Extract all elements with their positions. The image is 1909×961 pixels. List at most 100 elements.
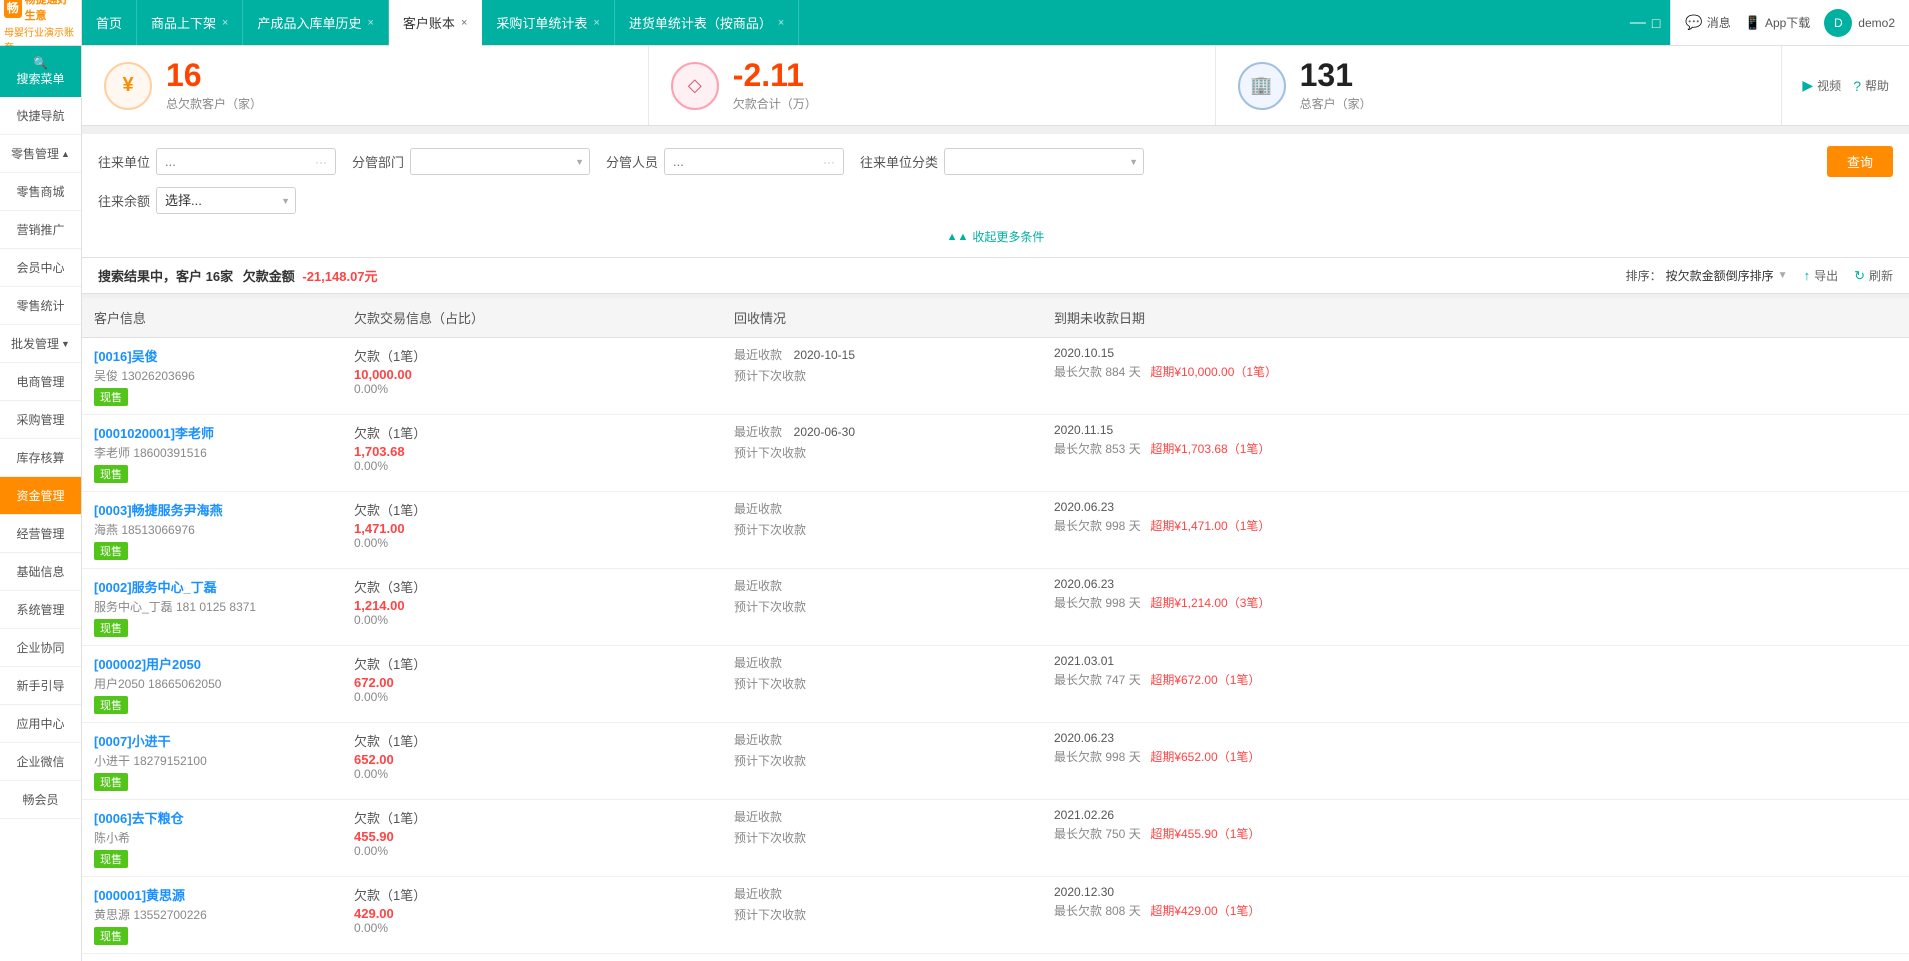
debt-amount-5[interactable]: 652.00 [354, 752, 710, 767]
overdue-amount-0[interactable]: 超期¥10,000.00（1笔） [1150, 365, 1277, 379]
from-unit-input[interactable] [165, 154, 315, 169]
app-download-btn[interactable]: 📱 App下载 [1745, 14, 1811, 31]
balance-select-wrapper[interactable]: 选择... [156, 187, 296, 214]
cell-due-date-0: 2020.10.15 最长欠款 884 天 超期¥10,000.00（1笔） [1042, 338, 1909, 415]
debt-info-label-0: 欠款（1笔） [354, 346, 710, 365]
customer-name-3[interactable]: [0002]服务中心_丁磊 [94, 577, 330, 596]
debt-percent-5: 0.00% [354, 767, 710, 781]
sidebar-item-app-center[interactable]: 应用中心 [0, 705, 81, 743]
sidebar-item-purchase[interactable]: 采购管理 [0, 401, 81, 439]
sidebar-item-ecommerce[interactable]: 电商管理 [0, 363, 81, 401]
search-icon: 🔍 [0, 56, 81, 70]
cell-due-date-4: 2021.03.01 最长欠款 747 天 超期¥672.00（1笔） [1042, 646, 1909, 723]
overdue-amount-5[interactable]: 超期¥652.00（1笔） [1150, 750, 1260, 764]
person-input[interactable] [673, 154, 823, 169]
tab-customer-account[interactable]: 客户账本 × [389, 0, 482, 46]
debt-amount-2[interactable]: 1,471.00 [354, 521, 710, 536]
customer-name-6[interactable]: [0006]去下粮仓 [94, 808, 330, 827]
user-avatar-btn[interactable]: D demo2 [1824, 9, 1895, 37]
debt-amount-4[interactable]: 672.00 [354, 675, 710, 690]
customer-name-7[interactable]: [000001]黄思源 [94, 885, 330, 904]
tab-home[interactable]: 首页 [82, 0, 137, 46]
sidebar-search[interactable]: 🔍 搜索菜单 [0, 46, 81, 97]
collapse-btn[interactable]: ▲▲ 收起更多条件 [98, 224, 1893, 249]
unit-category-select[interactable] [944, 148, 1144, 175]
sidebar-item-marketing[interactable]: 营销推广 [0, 211, 81, 249]
unit-category-select-wrapper[interactable] [944, 148, 1144, 175]
help-btn[interactable]: ? 帮助 [1853, 77, 1889, 94]
debt-amount-7[interactable]: 429.00 [354, 906, 710, 921]
customer-name-0[interactable]: [0016]吴俊 [94, 346, 330, 365]
sidebar-item-retail-mgmt[interactable]: 零售管理 ▲ [0, 135, 81, 173]
message-btn[interactable]: 💬 消息 [1685, 14, 1730, 31]
sidebar-item-operations[interactable]: 经营管理 [0, 515, 81, 553]
from-unit-input-wrapper[interactable]: ··· [156, 148, 336, 175]
overdue-amount-7[interactable]: 超期¥429.00（1笔） [1150, 904, 1260, 918]
sort-arrow-icon[interactable]: ▼ [1778, 270, 1788, 281]
sidebar-item-finance[interactable]: 资金管理 [0, 477, 81, 515]
sidebar-item-basic-info[interactable]: 基础信息 [0, 553, 81, 591]
sidebar-item-corp-wechat[interactable]: 企业微信 [0, 743, 81, 781]
cell-customer-info-7: [000001]黄思源 黄思源 13552700226 现售 [82, 877, 342, 954]
last-collection-label-6: 最近收款 [734, 810, 782, 824]
tab-close-stock-stats[interactable]: × [778, 17, 784, 29]
cell-recovery-2: 最近收款 预计下次收款 [722, 492, 1042, 569]
export-btn[interactable]: ↑ 导出 [1804, 267, 1839, 284]
debt-amount-3[interactable]: 1,214.00 [354, 598, 710, 613]
dept-select[interactable] [410, 148, 590, 175]
tab-close-purchase-order[interactable]: × [593, 17, 599, 29]
sidebar-item-enterprise[interactable]: 企业协同 [0, 629, 81, 667]
customer-name-5[interactable]: [0007]小进干 [94, 731, 330, 750]
overdue-amount-2[interactable]: 超期¥1,471.00（1笔） [1150, 519, 1270, 533]
cell-recovery-7: 最近收款 预计下次收款 [722, 877, 1042, 954]
cell-customer-info-4: [000002]用户2050 用户2050 18665062050 现售 [82, 646, 342, 723]
results-text: 搜索结果中，客户 16家 欠款金额 -21,148.07元 [98, 266, 378, 285]
person-input-wrapper[interactable]: ··· [664, 148, 844, 175]
overdue-amount-4[interactable]: 超期¥672.00（1笔） [1150, 673, 1260, 687]
refresh-btn[interactable]: ↻ 刷新 [1854, 267, 1893, 284]
minimize-icon[interactable]: — [1630, 14, 1646, 32]
debt-amount-0[interactable]: 10,000.00 [354, 367, 710, 382]
customer-badge-4: 现售 [94, 696, 128, 714]
sidebar-item-batch-mgmt[interactable]: 批发管理 ▼ [0, 325, 81, 363]
tab-close-products-off[interactable]: × [222, 17, 228, 29]
sidebar-item-retail-mall[interactable]: 零售商城 [0, 173, 81, 211]
dept-select-wrapper[interactable] [410, 148, 590, 175]
cell-customer-info-5: [0007]小进干 小进干 18279152100 现售 [82, 723, 342, 800]
customer-name-2[interactable]: [0003]畅捷服务尹海燕 [94, 500, 330, 519]
debt-amount-1[interactable]: 1,703.68 [354, 444, 710, 459]
customer-name-1[interactable]: [0001020001]李老师 [94, 423, 330, 442]
debt-percent-6: 0.00% [354, 844, 710, 858]
customer-name-4[interactable]: [000002]用户2050 [94, 654, 330, 673]
overdue-amount-6[interactable]: 超期¥455.90（1笔） [1150, 827, 1260, 841]
tab-close-customer-account[interactable]: × [461, 17, 467, 29]
overdue-amount-3[interactable]: 超期¥1,214.00（3笔） [1150, 596, 1270, 610]
tab-produce-history[interactable]: 产成品入库单历史 × [243, 0, 388, 46]
stat-label-total-customers: 总客户（家） [1300, 95, 1372, 112]
tab-purchase-order[interactable]: 采购订单统计表 × [482, 0, 614, 46]
view-video-btn[interactable]: ▶ 视频 [1802, 77, 1841, 94]
next-collection-label-0: 预计下次收款 [734, 369, 806, 383]
cell-debt-info-4: 欠款（1笔） 672.00 0.00% [342, 646, 722, 723]
sidebar-item-newbie[interactable]: 新手引导 [0, 667, 81, 705]
sidebar-item-vip-member[interactable]: 畅会员 [0, 781, 81, 819]
cell-customer-info-1: [0001020001]李老师 李老师 18600391516 现售 [82, 415, 342, 492]
tab-stock-stats[interactable]: 进货单统计表（按商品） × [615, 0, 799, 46]
balance-select[interactable]: 选择... [156, 187, 296, 214]
sidebar-item-system[interactable]: 系统管理 [0, 591, 81, 629]
last-collection-date-0: 2020-10-15 [794, 348, 855, 362]
debt-amount-6[interactable]: 455.90 [354, 829, 710, 844]
cell-customer-info-6: [0006]去下粮仓 陈小希 现售 [82, 800, 342, 877]
sidebar-item-member[interactable]: 会员中心 [0, 249, 81, 287]
logo-icon: 畅 [4, 0, 22, 18]
overdue-amount-1[interactable]: 超期¥1,703.68（1笔） [1150, 442, 1270, 456]
tab-close-produce-history[interactable]: × [367, 17, 373, 29]
from-unit-dots[interactable]: ··· [315, 155, 327, 169]
sidebar-item-inventory[interactable]: 库存核算 [0, 439, 81, 477]
maximize-icon[interactable]: □ [1652, 15, 1660, 31]
stat-total-customers: 🏢 131 总客户（家） [1216, 46, 1783, 125]
sidebar-item-retail-stats[interactable]: 零售统计 [0, 287, 81, 325]
sidebar-item-nav[interactable]: 快捷导航 [0, 97, 81, 135]
search-button[interactable]: 查询 [1827, 146, 1893, 177]
tab-products-off[interactable]: 商品上下架 × [137, 0, 243, 46]
